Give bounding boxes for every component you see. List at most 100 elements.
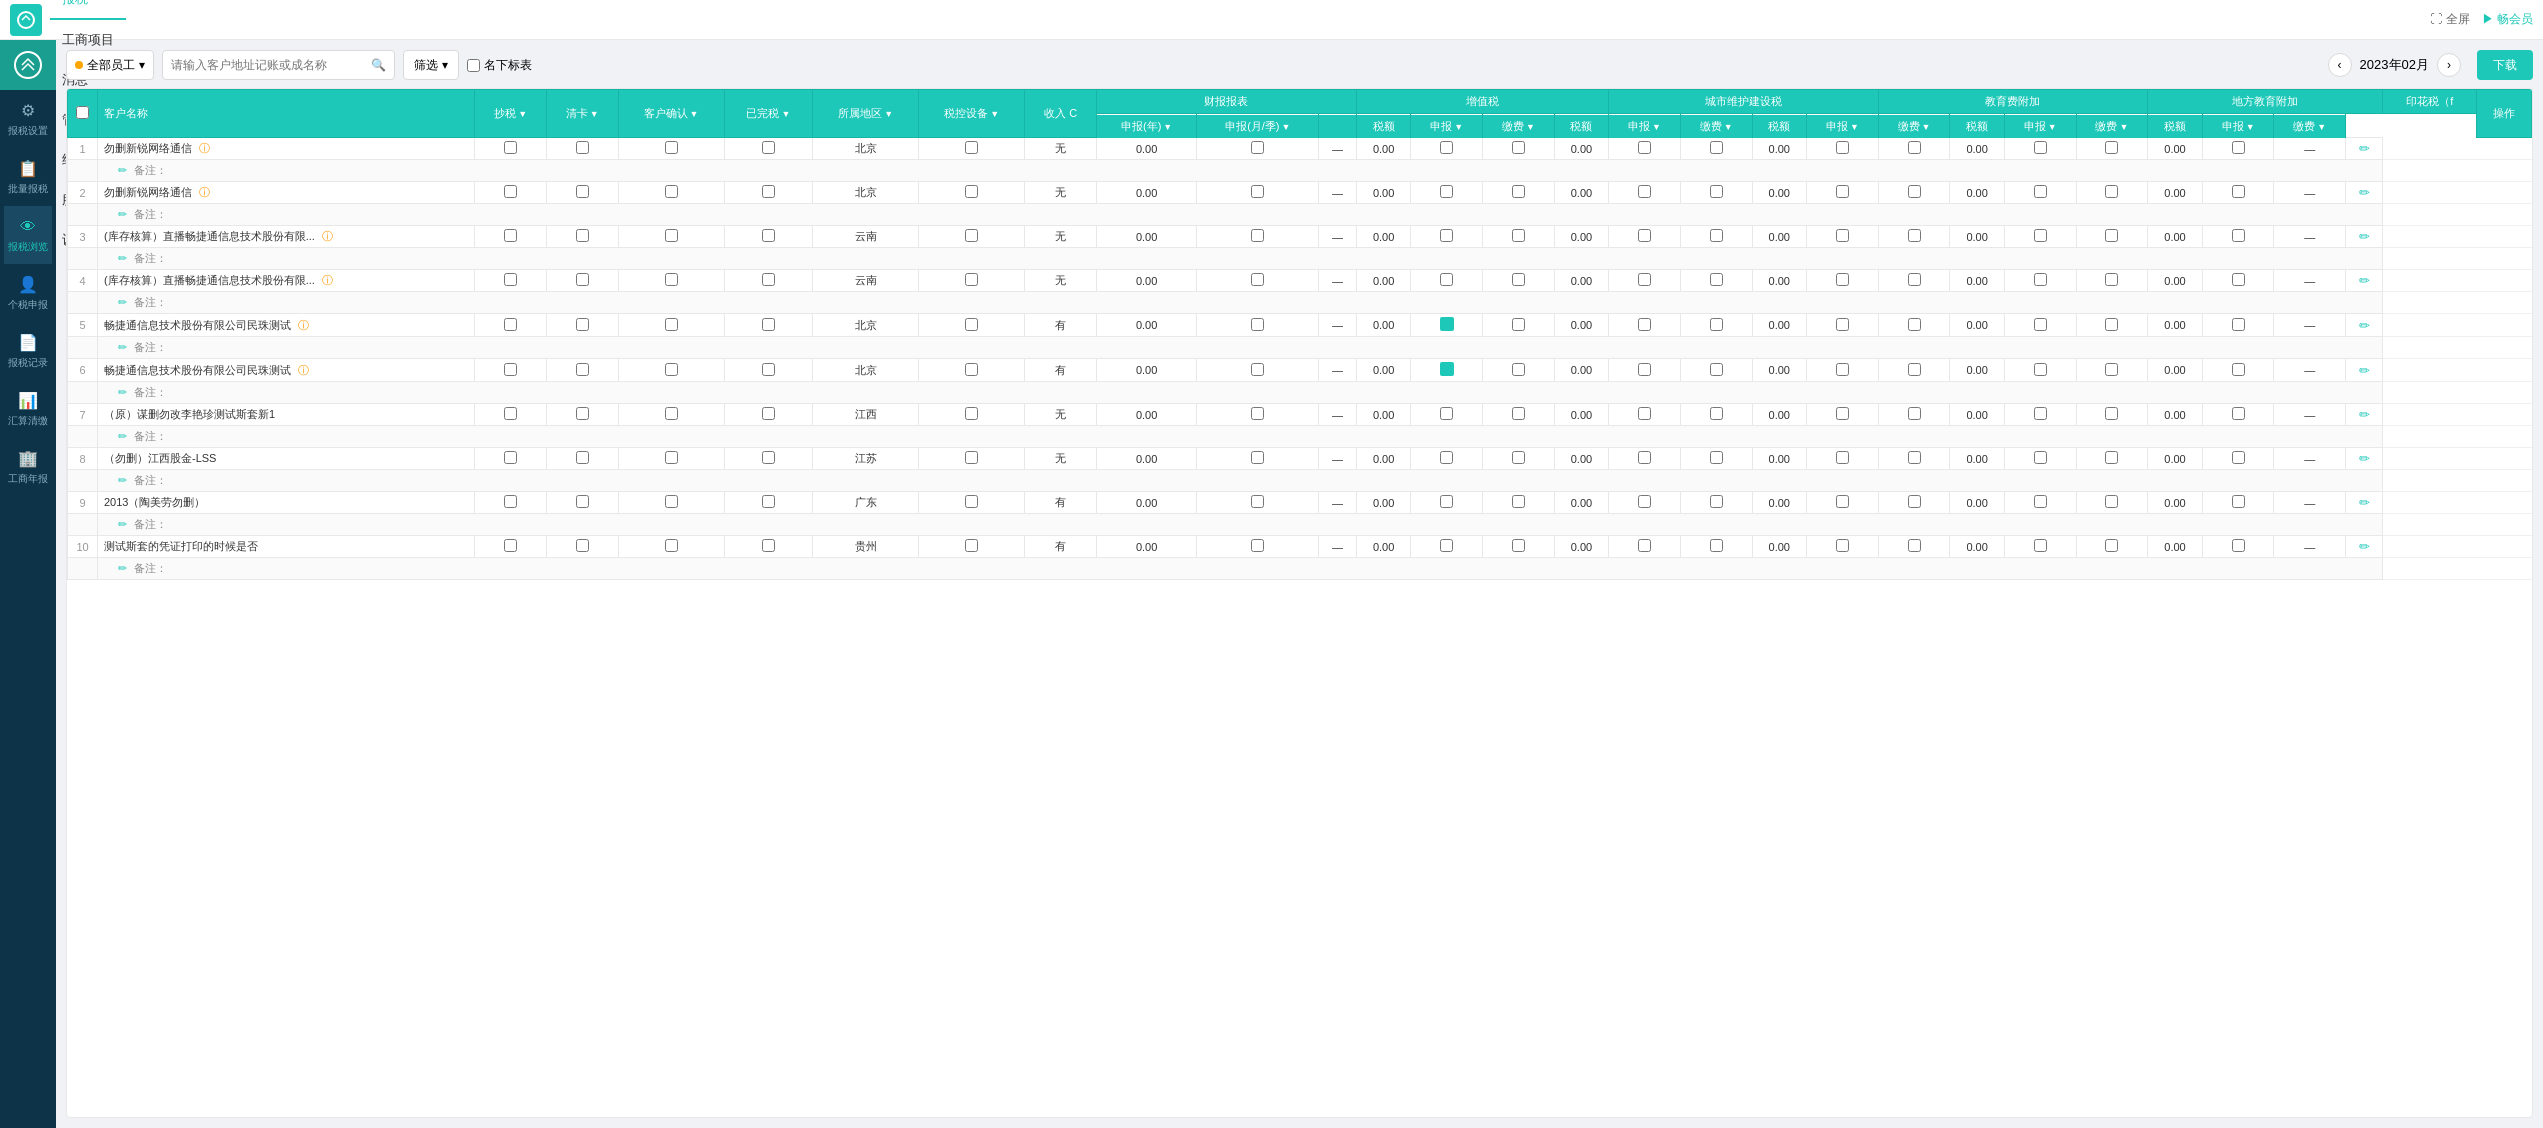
edit-button[interactable]: ✏ <box>2359 229 2370 244</box>
edu-amount: 0.00 <box>1752 270 1807 292</box>
edit-button[interactable]: ✏ <box>2359 451 2370 466</box>
note-edit-icon[interactable]: ✏ <box>118 296 127 308</box>
city-declare <box>1609 182 1681 204</box>
employee-dropdown-icon: ▾ <box>139 58 145 72</box>
edit-button[interactable]: ✏ <box>2359 363 2370 378</box>
city-pay <box>1680 138 1752 160</box>
note-edit-icon[interactable]: ✏ <box>118 474 127 486</box>
note-edit-icon[interactable]: ✏ <box>118 252 127 264</box>
clear-card-cell <box>546 226 618 248</box>
tax-value: 0.00 <box>1097 138 1197 160</box>
vat-declare <box>1411 492 1483 514</box>
local-declare <box>2004 314 2076 337</box>
search-input[interactable] <box>171 58 371 72</box>
vat-pay <box>1483 492 1555 514</box>
filter-button[interactable]: 筛选 ▾ <box>403 50 459 80</box>
note-edit-icon[interactable]: ✏ <box>118 208 127 220</box>
sidebar-icon-1: 📋 <box>17 158 39 180</box>
monthly-check: — <box>1319 138 1356 160</box>
sidebar-item-4[interactable]: 📄报税记录 <box>4 322 52 380</box>
edu-amount: 0.00 <box>1752 448 1807 470</box>
vat-pay <box>1483 448 1555 470</box>
th-edu-surcharge: 教育费附加 <box>1878 90 2147 114</box>
stamp-pay: — <box>2274 314 2346 337</box>
city-amount: 0.00 <box>1554 226 1609 248</box>
sidebar-item-0[interactable]: ⚙报税设置 <box>4 90 52 148</box>
note-edit-icon[interactable]: ✏ <box>118 341 127 353</box>
row-num: 10 <box>68 536 98 558</box>
topnav-item-报税[interactable]: 报税 <box>50 0 126 20</box>
note-edit-icon[interactable]: ✏ <box>118 518 127 530</box>
note-edit-icon[interactable]: ✏ <box>118 430 127 442</box>
tax-device-cell <box>919 536 1025 558</box>
stamp-declare <box>2202 314 2274 337</box>
monthly-check: — <box>1319 182 1356 204</box>
sidebar-item-2[interactable]: 👁报税浏览 <box>4 206 52 264</box>
tax-value: 0.00 <box>1097 359 1197 382</box>
clear-card-cell <box>546 182 618 204</box>
note-num <box>68 382 98 404</box>
vat-amount: 0.00 <box>1356 404 1411 426</box>
edit-button[interactable]: ✏ <box>2359 539 2370 554</box>
annual-check <box>1197 270 1319 292</box>
row-num: 7 <box>68 404 98 426</box>
note-edit-icon[interactable]: ✏ <box>118 164 127 176</box>
note-row: ✏ 备注： <box>68 558 2532 580</box>
region-cell: 北京 <box>813 314 919 337</box>
sidebar-item-6[interactable]: 🏢工商年报 <box>4 438 52 496</box>
city-amount: 0.00 <box>1554 448 1609 470</box>
tax-device-cell <box>919 226 1025 248</box>
edu-pay <box>1878 448 1950 470</box>
member-btn[interactable]: ▶ 畅会员 <box>2482 11 2533 28</box>
download-button[interactable]: 下载 <box>2477 50 2533 80</box>
edit-button[interactable]: ✏ <box>2359 495 2370 510</box>
table-header-row1: 客户名称 抄税▼ 清卡▼ 客户确认▼ 已完税▼ 所属地区▼ 税控设备▼ 收入 C… <box>68 90 2532 114</box>
note-row: ✏ 备注： <box>68 426 2532 448</box>
next-date-button[interactable]: › <box>2437 53 2461 77</box>
paid-tax-cell <box>724 270 813 292</box>
note-edit-icon[interactable]: ✏ <box>118 386 127 398</box>
vat-declare <box>1411 270 1483 292</box>
main-table: 客户名称 抄税▼ 清卡▼ 客户确认▼ 已完税▼ 所属地区▼ 税控设备▼ 收入 C… <box>67 89 2532 580</box>
row-num: 4 <box>68 270 98 292</box>
fullscreen-btn[interactable]: ⛶ 全屏 <box>2430 11 2469 28</box>
th-vat-amount: 税额 <box>1356 114 1411 138</box>
th-city-pay: 缴费▼ <box>1680 114 1752 138</box>
sidebar-item-5[interactable]: 📊汇算清缴 <box>4 380 52 438</box>
clear-card-cell <box>546 138 618 160</box>
th-stamp-tax: 印花税（f <box>2383 90 2477 114</box>
select-all-checkbox[interactable] <box>76 106 89 119</box>
sidebar-item-1[interactable]: 📋批量报税 <box>4 148 52 206</box>
vat-declare <box>1411 314 1483 337</box>
operation-cell: ✏ <box>2346 404 2383 426</box>
edit-button[interactable]: ✏ <box>2359 141 2370 156</box>
th-city-tax: 城市维护建设税 <box>1609 90 1878 114</box>
sidebar-item-3[interactable]: 👤个税申报 <box>4 264 52 322</box>
tax-device-cell <box>919 492 1025 514</box>
edit-button[interactable]: ✏ <box>2359 273 2370 288</box>
teal-check <box>1440 362 1454 376</box>
city-pay <box>1680 314 1752 337</box>
tax-value: 0.00 <box>1097 404 1197 426</box>
th-city-declare: 申报▼ <box>1609 114 1681 138</box>
note-edit-icon[interactable]: ✏ <box>118 562 127 574</box>
table-row: 9 2013（陶美劳勿删） 广东 有 0.00 — 0.00 0.00 0.00… <box>68 492 2532 514</box>
marked-checkbox[interactable] <box>467 59 480 72</box>
operation-cell: ✏ <box>2346 182 2383 204</box>
row-num: 6 <box>68 359 98 382</box>
note-cell: ✏ 备注： <box>98 558 2383 580</box>
marked-checkbox-label[interactable]: 名下标表 <box>467 57 532 74</box>
th-annual-report: 申报(年)▼ <box>1097 114 1197 138</box>
edu-amount: 0.00 <box>1752 314 1807 337</box>
edit-button[interactable]: ✏ <box>2359 407 2370 422</box>
search-icon[interactable]: 🔍 <box>371 58 386 72</box>
edit-button[interactable]: ✏ <box>2359 185 2370 200</box>
client-confirm-cell <box>618 536 724 558</box>
edit-button[interactable]: ✏ <box>2359 318 2370 333</box>
prev-date-button[interactable]: ‹ <box>2328 53 2352 77</box>
edu-declare <box>1807 492 1879 514</box>
client-name-cell: （原）谋删勿改李艳珍测试斯套新1 <box>98 404 475 426</box>
warning-icon: ⓘ <box>199 186 210 198</box>
employee-select[interactable]: 全部员工 ▾ <box>66 50 154 80</box>
operation-cell: ✏ <box>2346 270 2383 292</box>
